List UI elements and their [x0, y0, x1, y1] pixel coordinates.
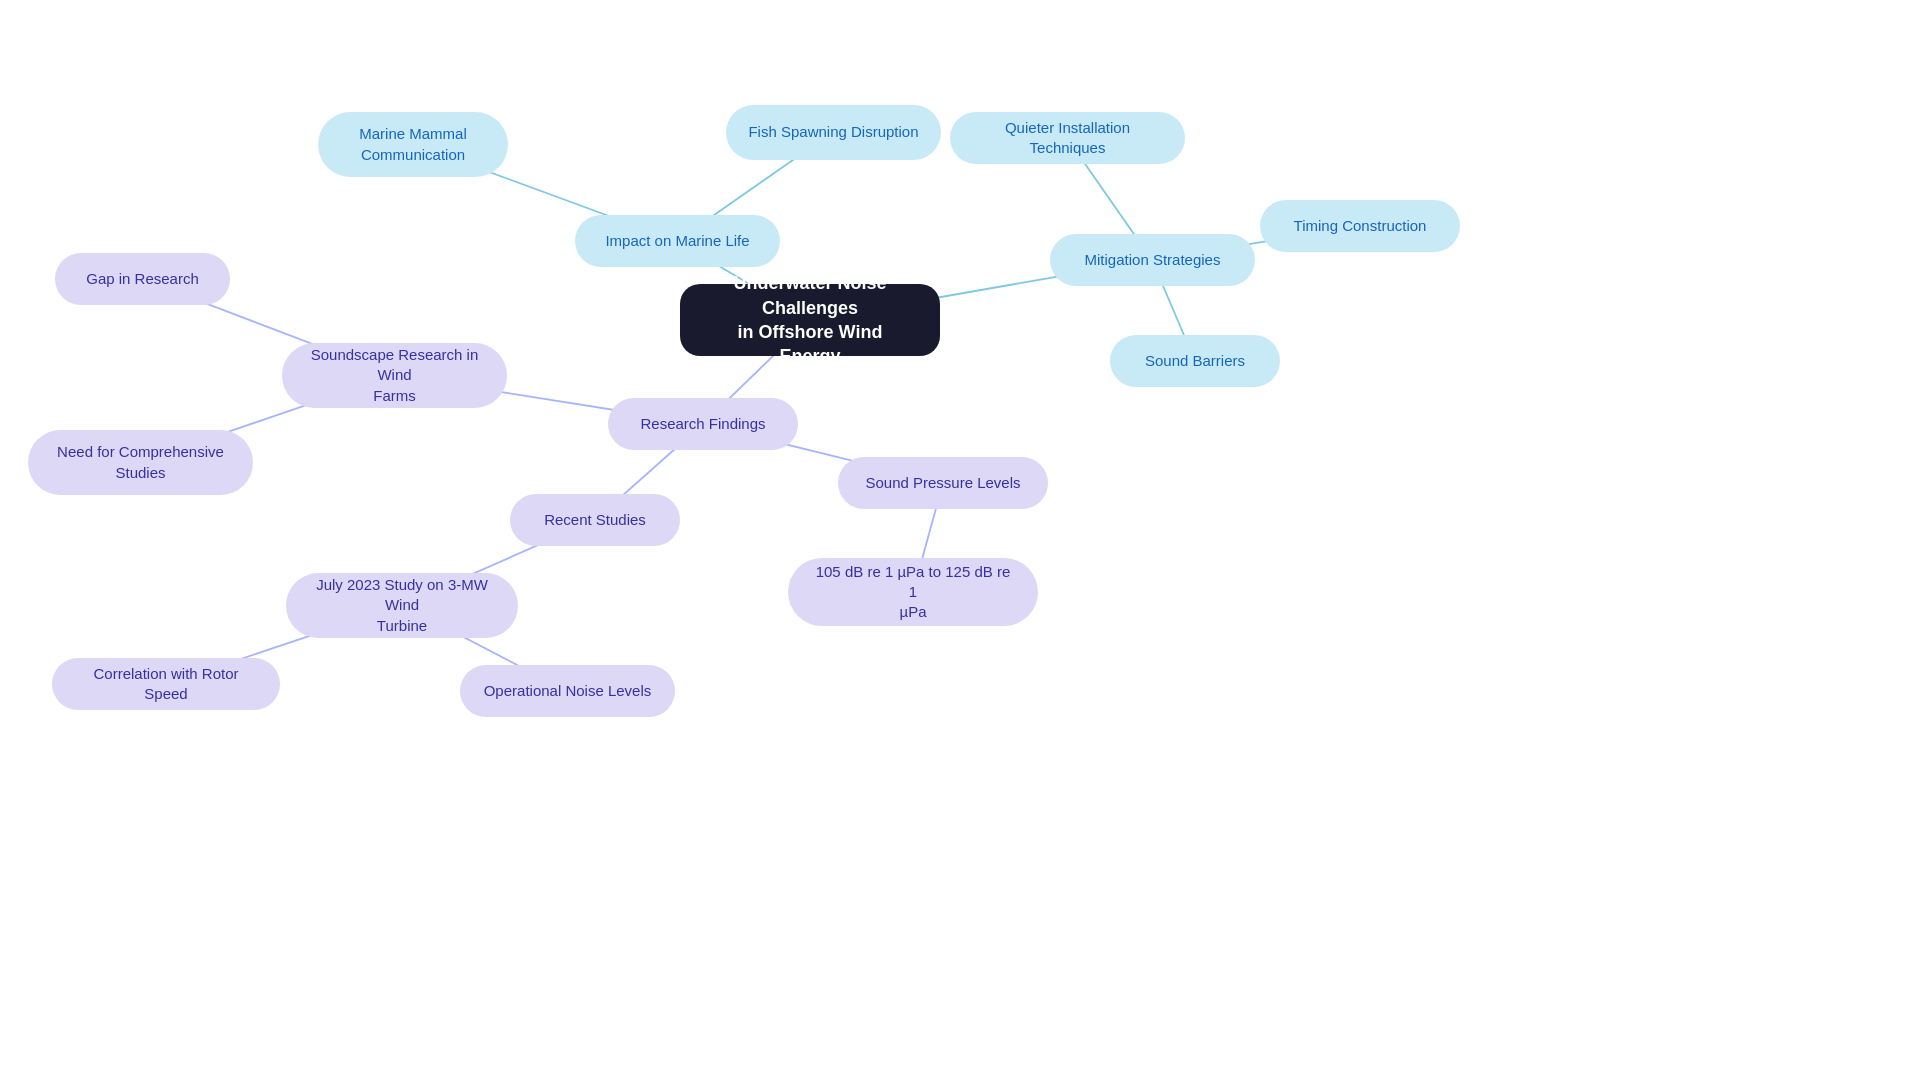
research-findings-node: Research Findings: [608, 398, 798, 450]
correlation-node: Correlation with Rotor Speed: [52, 658, 280, 710]
gap-research-label: Gap in Research: [86, 269, 199, 289]
soundscape-label: Soundscape Research in Wind Farms: [304, 345, 485, 406]
july-study-node: July 2023 Study on 3-MW Wind Turbine: [286, 573, 518, 638]
center-node: Underwater Noise Challenges in Offshore …: [680, 284, 940, 356]
soundscape-node: Soundscape Research in Wind Farms: [282, 343, 507, 408]
db-range-label: 105 dB re 1 µPa to 125 dB re 1 µPa: [810, 562, 1016, 623]
impact-marine-node: Impact on Marine Life: [575, 215, 780, 267]
quieter-node: Quieter Installation Techniques: [950, 112, 1185, 164]
need-comprehensive-label: Need for Comprehensive Studies: [57, 442, 224, 483]
mitigation-label: Mitigation Strategies: [1085, 250, 1221, 270]
sound-pressure-label: Sound Pressure Levels: [865, 473, 1020, 493]
operational-node: Operational Noise Levels: [460, 665, 675, 717]
sound-barriers-node: Sound Barriers: [1110, 335, 1280, 387]
marine-mammal-node: Marine Mammal Communication: [318, 112, 508, 177]
recent-studies-label: Recent Studies: [544, 510, 646, 530]
quieter-label: Quieter Installation Techniques: [972, 118, 1163, 159]
gap-research-node: Gap in Research: [55, 253, 230, 305]
recent-studies-node: Recent Studies: [510, 494, 680, 546]
timing-node: Timing Construction: [1260, 200, 1460, 252]
sound-barriers-label: Sound Barriers: [1145, 351, 1245, 371]
marine-mammal-label: Marine Mammal Communication: [359, 124, 467, 165]
sound-pressure-node: Sound Pressure Levels: [838, 457, 1048, 509]
fish-spawning-label: Fish Spawning Disruption: [748, 122, 918, 142]
fish-spawning-node: Fish Spawning Disruption: [726, 105, 941, 160]
operational-label: Operational Noise Levels: [484, 681, 652, 701]
center-label: Underwater Noise Challenges in Offshore …: [716, 271, 904, 368]
need-comprehensive-node: Need for Comprehensive Studies: [28, 430, 253, 495]
db-range-node: 105 dB re 1 µPa to 125 dB re 1 µPa: [788, 558, 1038, 626]
july-study-label: July 2023 Study on 3-MW Wind Turbine: [308, 575, 496, 636]
mitigation-node: Mitigation Strategies: [1050, 234, 1255, 286]
impact-marine-label: Impact on Marine Life: [605, 231, 749, 251]
correlation-label: Correlation with Rotor Speed: [74, 664, 258, 705]
research-findings-label: Research Findings: [640, 414, 765, 434]
timing-label: Timing Construction: [1294, 216, 1427, 236]
